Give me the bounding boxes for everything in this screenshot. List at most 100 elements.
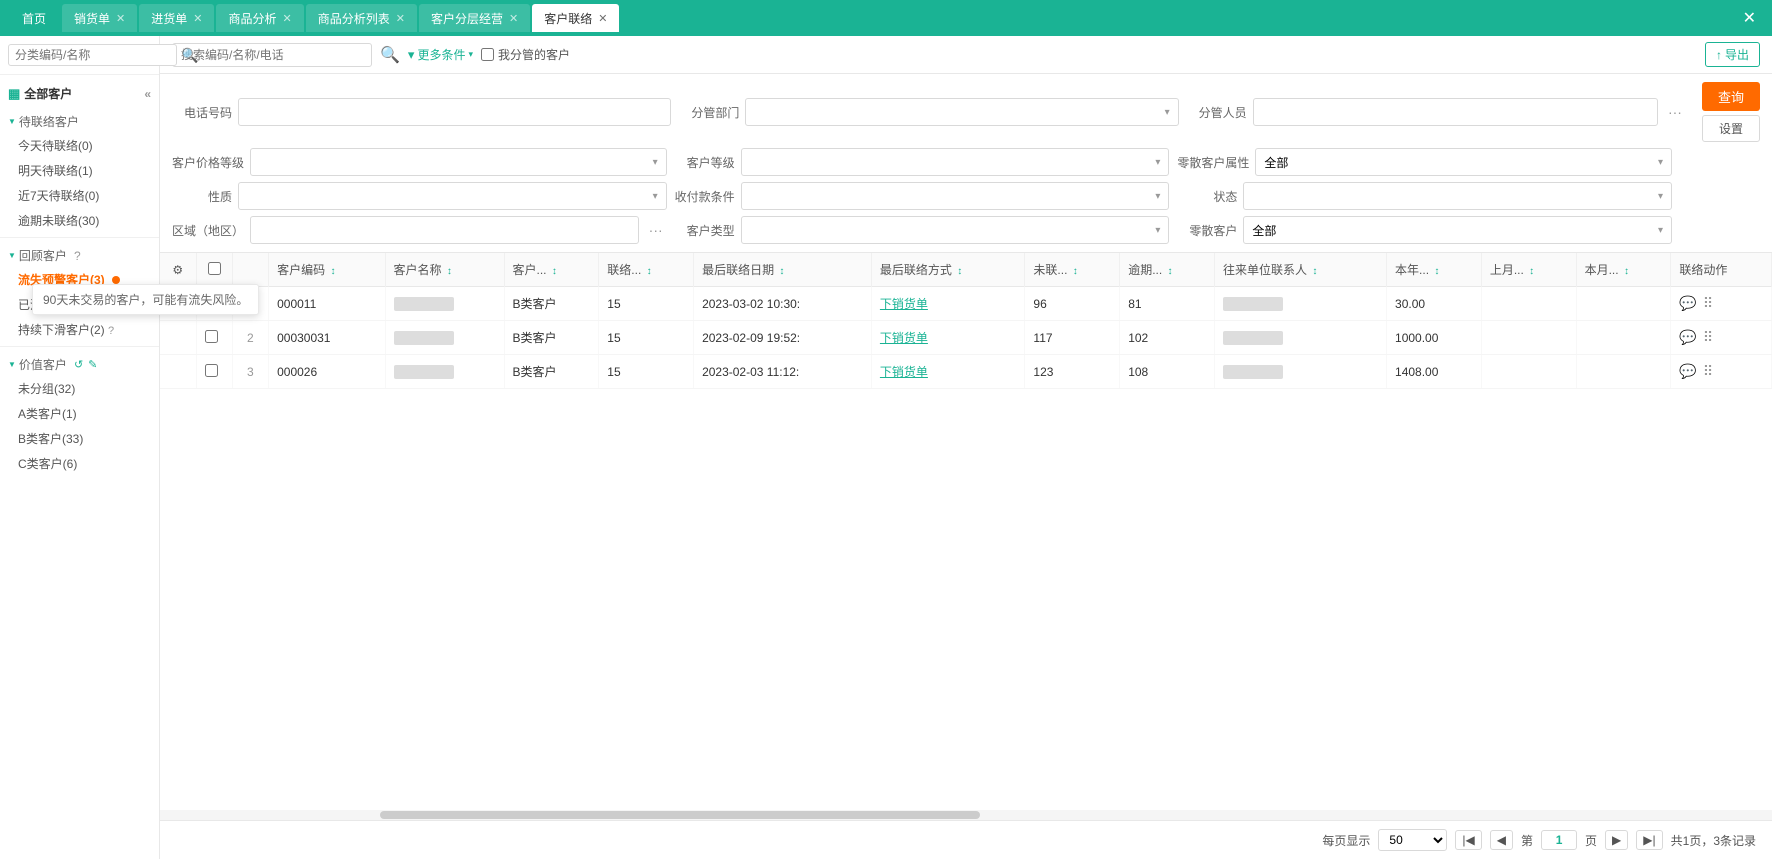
filter-dept-select[interactable]: ▾ — [745, 98, 1178, 126]
filter-payment-select[interactable]: ▾ — [741, 182, 1170, 210]
tab-sales[interactable]: 销货单 ✕ — [62, 4, 137, 32]
action-chat-icon-2[interactable]: 💬 — [1679, 363, 1696, 380]
horizontal-scrollbar[interactable] — [160, 810, 1772, 820]
prev-page-button[interactable]: ◀ — [1490, 830, 1513, 850]
settings-button[interactable]: 设置 — [1702, 115, 1760, 142]
table-header-gear[interactable]: ⚙ — [160, 253, 196, 287]
table-header-last-method[interactable]: 最后联络方式 ↕ — [871, 253, 1025, 287]
row-this-year-0: 30.00 — [1387, 287, 1482, 321]
filter-nature-select[interactable]: ▾ — [238, 182, 667, 210]
manager-dots-button[interactable]: ··· — [1664, 104, 1686, 120]
first-page-button[interactable]: |◀ — [1455, 830, 1481, 850]
filter-search-button[interactable]: 🔍 — [380, 45, 400, 65]
table-header-this-year[interactable]: 本年... ↕ — [1387, 253, 1482, 287]
my-customers-checkbox[interactable] — [481, 48, 494, 61]
filter-region-select[interactable] — [250, 216, 639, 244]
table-header-this-month[interactable]: 本月... ↕ — [1576, 253, 1671, 287]
action-more-icon-1[interactable]: ⠿ — [1703, 329, 1713, 346]
table-header-type[interactable]: 客户... ↕ — [504, 253, 599, 287]
next-page-button[interactable]: ▶ — [1605, 830, 1628, 850]
filter-bar: 🔍 ▾ 更多条件 ▾ 我分管的客户 ↑ 导出 — [160, 36, 1772, 74]
sidebar-item-b-class[interactable]: B类客户(33) — [0, 426, 159, 451]
table-header-last-month[interactable]: 上月... ↕ — [1481, 253, 1576, 287]
sidebar-all-customers[interactable]: ▦ 全部客户 « — [0, 79, 159, 108]
sidebar-section-value[interactable]: ▼ 价值客户 ↺ ✎ — [0, 351, 159, 376]
my-customers-checkbox-label[interactable]: 我分管的客户 — [481, 46, 570, 63]
row-last-method-1[interactable]: 下销货单 — [871, 321, 1025, 355]
sidebar-item-overdue[interactable]: 逾期未联络(30) — [0, 208, 159, 233]
tab-home[interactable]: 首页 — [8, 4, 60, 32]
row-last-method-0[interactable]: 下销货单 — [871, 287, 1025, 321]
filter-manager-select[interactable] — [1253, 98, 1658, 126]
sidebar-item-c-class[interactable]: C类客户(6) — [0, 451, 159, 476]
table-header-overdue[interactable]: 逾期... ↕ — [1120, 253, 1215, 287]
sidebar-section-pending[interactable]: ▼ 待联络客户 — [0, 108, 159, 133]
filter-nature: 性质 ▾ — [172, 182, 667, 210]
export-button[interactable]: ↑ 导出 — [1705, 42, 1760, 67]
sidebar-section-churn[interactable]: ▼ 回顾客户 ? — [0, 242, 159, 267]
tab-analysis-list[interactable]: 商品分析列表 ✕ — [306, 4, 417, 32]
last-page-button[interactable]: ▶| — [1636, 830, 1662, 850]
sidebar-item-tomorrow[interactable]: 明天待联络(1) — [0, 158, 159, 183]
filter-status-select[interactable]: ▾ — [1243, 182, 1672, 210]
per-page-select[interactable]: 50 100 200 — [1378, 829, 1447, 851]
row-last-method-2[interactable]: 下销货单 — [871, 355, 1025, 389]
action-chat-icon-1[interactable]: 💬 — [1679, 329, 1696, 346]
tab-purchase[interactable]: 进货单 ✕ — [139, 4, 214, 32]
action-chat-icon-0[interactable]: 💬 — [1679, 295, 1696, 312]
filter-retail-customer-select[interactable]: 全部 ▾ — [1243, 216, 1672, 244]
value-edit-icon[interactable]: ✎ — [88, 358, 97, 371]
churn-info-icon[interactable]: ? — [74, 249, 81, 263]
row-checkbox-input-1[interactable] — [205, 330, 218, 343]
row-checkbox-2[interactable] — [196, 355, 232, 389]
row-code-0: 000011 — [269, 287, 385, 321]
tab-customer-tier-close[interactable]: ✕ — [509, 12, 518, 25]
sidebar-item-today[interactable]: 今天待联络(0) — [0, 133, 159, 158]
sidebar-search-input[interactable] — [8, 44, 177, 66]
filter-customer-type-select[interactable]: ▾ — [741, 216, 1170, 244]
query-button[interactable]: 查询 — [1702, 82, 1760, 111]
sidebar-collapse-btn[interactable]: « — [144, 87, 151, 101]
sidebar-item-7days[interactable]: 近7天待联络(0) — [0, 183, 159, 208]
filter-phone-input[interactable] — [238, 98, 671, 126]
table-header-contact[interactable]: 联络... ↕ — [599, 253, 694, 287]
tab-purchase-close[interactable]: ✕ — [193, 12, 202, 25]
table-header-code[interactable]: 客户编码 ↕ — [269, 253, 385, 287]
sort-icon-last-date: ↕ — [779, 266, 784, 277]
scrollbar-thumb[interactable] — [380, 811, 980, 819]
app-close-button[interactable]: ✕ — [1735, 8, 1764, 28]
sidebar-item-a-class[interactable]: A类客户(1) — [0, 401, 159, 426]
tab-analysis-list-close[interactable]: ✕ — [396, 12, 405, 25]
table-header-checkbox[interactable] — [196, 253, 232, 287]
select-all-checkbox[interactable] — [208, 262, 221, 275]
row-name-2 — [385, 355, 504, 389]
tab-sales-close[interactable]: ✕ — [116, 12, 125, 25]
region-dots-button[interactable]: ··· — [645, 222, 667, 238]
filter-price-tier-select[interactable]: ▾ — [250, 148, 667, 176]
sidebar-item-ungroup[interactable]: 未分组(32) — [0, 376, 159, 401]
tab-customer-contact-close[interactable]: ✕ — [598, 12, 607, 25]
filter-status: 状态 ▾ — [1177, 182, 1672, 210]
filter-customer-tier-select[interactable]: ▾ — [741, 148, 1170, 176]
tab-customer-tier[interactable]: 客户分层经营 ✕ — [419, 4, 530, 32]
sidebar-search-icon[interactable]: 🔍 — [181, 47, 198, 64]
table-header-no-contact[interactable]: 未联... ↕ — [1025, 253, 1120, 287]
tab-analysis[interactable]: 商品分析 ✕ — [216, 4, 303, 32]
tab-customer-contact[interactable]: 客户联络 ✕ — [532, 4, 619, 32]
table-header-unit-contact[interactable]: 往来单位联系人 ↕ — [1214, 253, 1386, 287]
tab-analysis-close[interactable]: ✕ — [283, 12, 292, 25]
filter-more-button[interactable]: ▾ 更多条件 ▾ — [408, 46, 473, 63]
row-checkbox-1[interactable] — [196, 321, 232, 355]
action-more-icon-2[interactable]: ⠿ — [1703, 363, 1713, 380]
table-header-last-date[interactable]: 最后联络日期 ↕ — [694, 253, 872, 287]
filter-retail-attr: 零散客户属性 全部 ▾ — [1177, 148, 1672, 176]
action-more-icon-0[interactable]: ⠿ — [1703, 295, 1713, 312]
value-refresh-icon[interactable]: ↺ — [74, 358, 83, 371]
filter-retail-attr-select[interactable]: 全部 ▾ — [1255, 148, 1672, 176]
table-header-name[interactable]: 客户名称 ↕ — [385, 253, 504, 287]
row-checkbox-input-2[interactable] — [205, 364, 218, 377]
filter-search-input[interactable] — [172, 43, 372, 67]
row-action-1: 💬 ⠿ — [1671, 321, 1772, 355]
sidebar-item-churn-decline[interactable]: 持续下滑客户(2) ? — [0, 317, 159, 342]
page-input[interactable] — [1541, 830, 1577, 850]
